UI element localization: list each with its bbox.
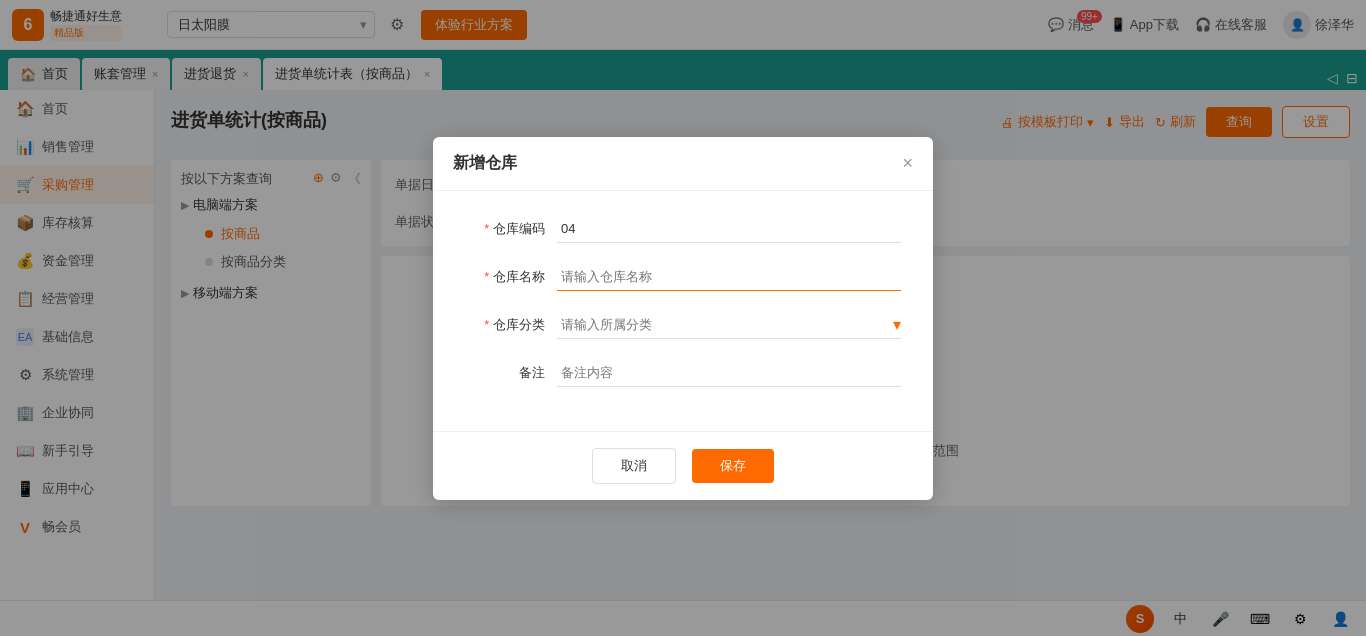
warehouse-category-wrap[interactable]: ▾ (557, 311, 901, 339)
warehouse-remark-row: 备注 (465, 359, 901, 387)
warehouse-name-label: 仓库名称 (465, 268, 545, 286)
modal-header: 新增仓库 × (433, 137, 933, 191)
modal-title: 新增仓库 (453, 153, 517, 174)
warehouse-name-row: 仓库名称 (465, 263, 901, 291)
warehouse-remark-input[interactable] (557, 359, 901, 387)
new-warehouse-modal: 新增仓库 × 仓库编码 仓库名称 仓库分类 ▾ (433, 137, 933, 500)
warehouse-category-row: 仓库分类 ▾ (465, 311, 901, 339)
cancel-button[interactable]: 取消 (592, 448, 676, 484)
warehouse-code-row: 仓库编码 (465, 215, 901, 243)
warehouse-name-input[interactable] (557, 263, 901, 291)
category-dropdown-icon: ▾ (893, 315, 901, 334)
modal-close-button[interactable]: × (902, 154, 913, 172)
warehouse-code-input[interactable] (557, 215, 901, 243)
warehouse-category-label: 仓库分类 (465, 316, 545, 334)
warehouse-category-input[interactable] (557, 311, 893, 338)
save-button[interactable]: 保存 (692, 449, 774, 483)
modal-overlay[interactable]: 新增仓库 × 仓库编码 仓库名称 仓库分类 ▾ (0, 0, 1366, 636)
modal-footer: 取消 保存 (433, 431, 933, 500)
warehouse-remark-label: 备注 (465, 364, 545, 382)
modal-body: 仓库编码 仓库名称 仓库分类 ▾ 备注 (433, 191, 933, 431)
warehouse-code-label: 仓库编码 (465, 220, 545, 238)
